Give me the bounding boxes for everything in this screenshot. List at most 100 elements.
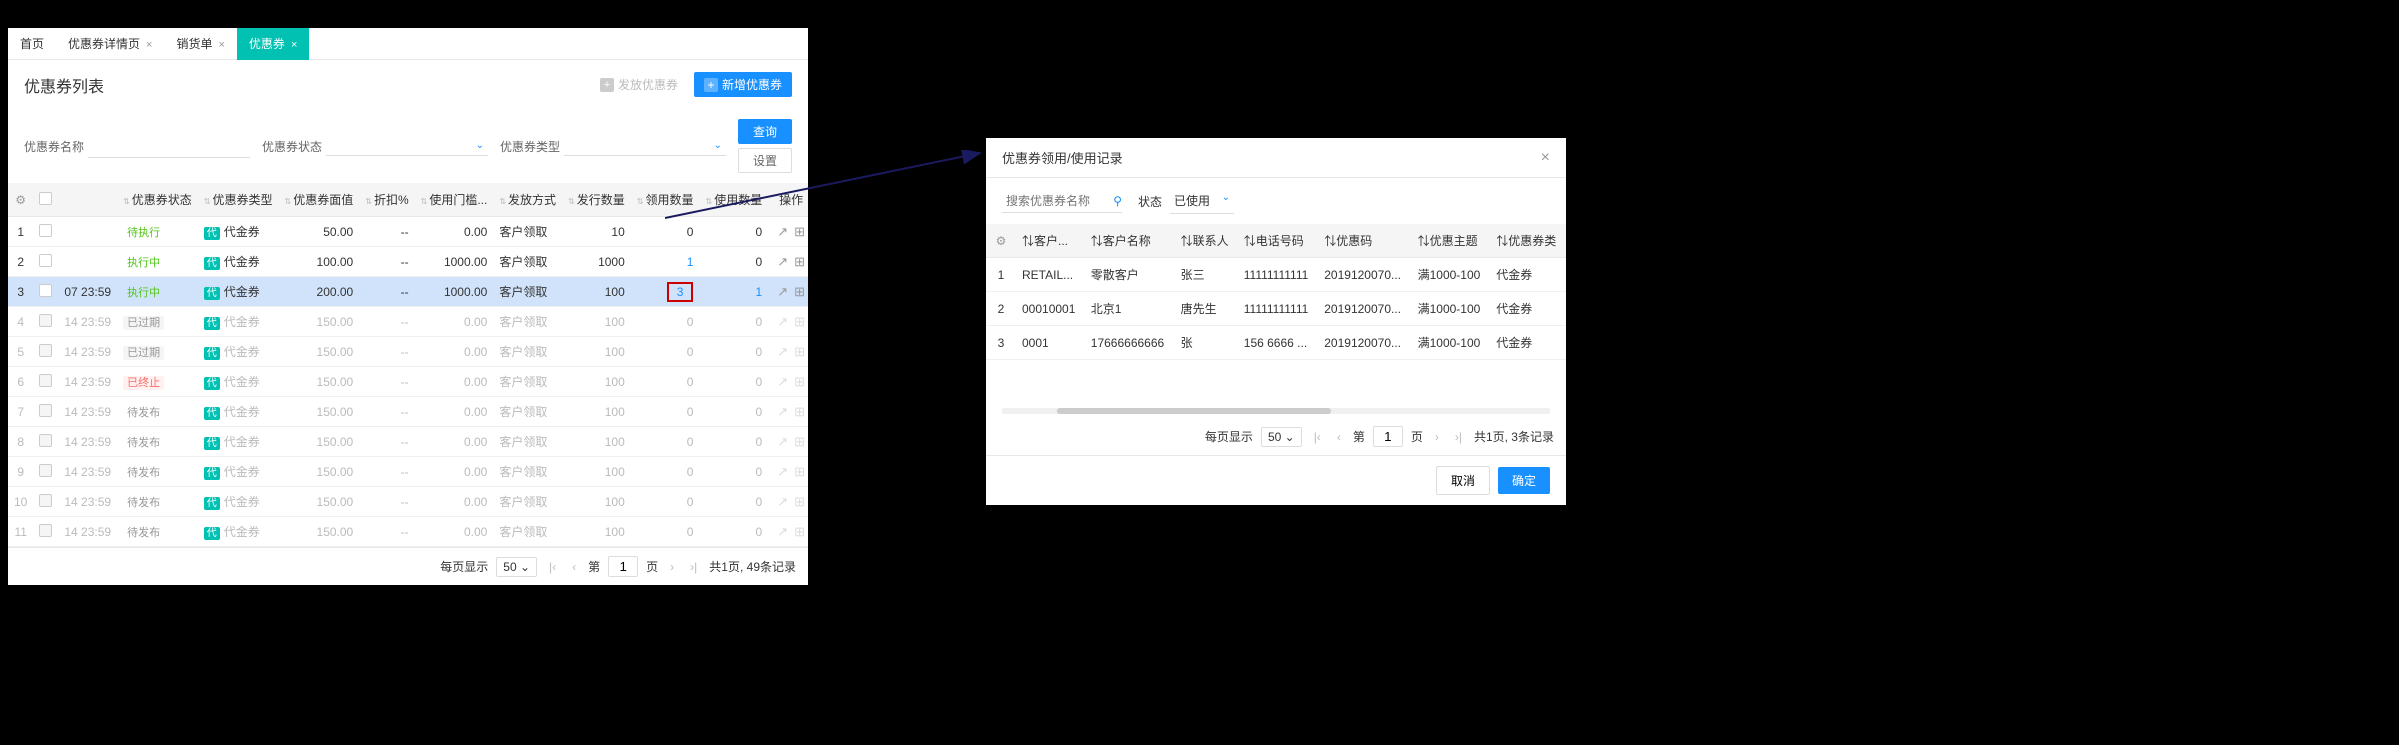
tab-home[interactable]: 首页: [8, 28, 56, 60]
col-phone[interactable]: ⇅电话号码: [1238, 224, 1318, 258]
qrcode-icon[interactable]: ⊞: [794, 344, 805, 359]
claim-qty-cell[interactable]: 0: [631, 427, 700, 457]
coupon-name-input[interactable]: [88, 135, 250, 158]
qrcode-icon[interactable]: ⊞: [794, 254, 805, 269]
close-icon[interactable]: ×: [1541, 149, 1550, 167]
table-row[interactable]: 2 执行中 代代金券 100.00 -- 1000.00 客户领取 1000 1…: [8, 247, 808, 277]
claim-qty-cell[interactable]: 0: [631, 307, 700, 337]
next-page-icon[interactable]: ›: [1431, 430, 1443, 444]
row-checkbox[interactable]: [39, 404, 52, 417]
cancel-button[interactable]: 取消: [1436, 466, 1490, 495]
use-qty-cell[interactable]: 0: [699, 397, 768, 427]
row-checkbox[interactable]: [39, 254, 52, 267]
share-icon[interactable]: ↗: [777, 494, 788, 509]
col-coupon-code[interactable]: ⇅优惠码: [1318, 224, 1411, 258]
qrcode-icon[interactable]: ⊞: [794, 434, 805, 449]
row-checkbox[interactable]: [39, 434, 52, 447]
use-qty-cell[interactable]: 0: [699, 247, 768, 277]
gear-icon[interactable]: ⚙: [996, 234, 1007, 248]
col-status[interactable]: ⇅优惠券状态: [117, 183, 198, 217]
coupon-type-select[interactable]: ⌄: [564, 136, 726, 156]
share-icon[interactable]: ↗: [777, 404, 788, 419]
table-row[interactable]: 3 0001 17666666666 张 156 6666 ... 201912…: [986, 326, 1566, 360]
col-face-value[interactable]: ⇅优惠券面值: [279, 183, 360, 217]
table-row[interactable]: 1 待执行 代代金券 50.00 -- 0.00 客户领取 10 0 0 ↗⊞: [8, 217, 808, 247]
qrcode-icon[interactable]: ⊞: [794, 224, 805, 239]
search-icon[interactable]: ⚲: [1113, 194, 1122, 208]
last-page-icon[interactable]: ›|: [686, 560, 701, 574]
use-qty-cell[interactable]: 0: [699, 367, 768, 397]
claim-qty-cell[interactable]: 0: [631, 367, 700, 397]
share-icon[interactable]: ↗: [777, 344, 788, 359]
qrcode-icon[interactable]: ⊞: [794, 464, 805, 479]
use-qty-cell[interactable]: 0: [699, 337, 768, 367]
row-checkbox[interactable]: [39, 494, 52, 507]
claim-qty-cell[interactable]: 0: [631, 487, 700, 517]
tab-sales-order[interactable]: 销货单×: [164, 28, 236, 60]
use-qty-cell[interactable]: 0: [699, 457, 768, 487]
table-row[interactable]: 9 14 23:59 待发布 代代金券 150.00 -- 0.00 客户领取 …: [8, 457, 808, 487]
last-page-icon[interactable]: ›|: [1451, 430, 1466, 444]
claim-qty-cell[interactable]: 3: [631, 277, 700, 307]
col-cust-code[interactable]: ⇅客户...: [1016, 224, 1085, 258]
share-icon[interactable]: ↗: [777, 314, 788, 329]
row-checkbox[interactable]: [39, 374, 52, 387]
close-icon[interactable]: ×: [291, 39, 297, 51]
tab-coupon[interactable]: 优惠券×: [237, 28, 309, 60]
horizontal-scrollbar[interactable]: [1002, 408, 1550, 414]
qrcode-icon[interactable]: ⊞: [794, 524, 805, 539]
share-icon[interactable]: ↗: [777, 224, 788, 239]
col-issue-qty[interactable]: ⇅发行数量: [562, 183, 631, 217]
row-checkbox[interactable]: [39, 524, 52, 537]
qrcode-icon[interactable]: ⊞: [794, 284, 805, 299]
issue-coupon-button[interactable]: +发放优惠券: [592, 72, 686, 97]
first-page-icon[interactable]: |‹: [1310, 430, 1325, 444]
col-discount[interactable]: ⇅折扣%: [359, 183, 414, 217]
qrcode-icon[interactable]: ⊞: [794, 374, 805, 389]
row-checkbox[interactable]: [39, 224, 52, 237]
claim-qty-cell[interactable]: 0: [631, 457, 700, 487]
claim-qty-cell[interactable]: 0: [631, 337, 700, 367]
share-icon[interactable]: ↗: [777, 524, 788, 539]
prev-page-icon[interactable]: ‹: [1333, 430, 1345, 444]
per-page-select[interactable]: 50 ⌄: [1261, 427, 1302, 447]
col-threshold[interactable]: ⇅使用门槛...: [415, 183, 494, 217]
close-icon[interactable]: ×: [146, 39, 152, 51]
coupon-status-select[interactable]: ⌄: [326, 136, 488, 156]
use-qty-cell[interactable]: 0: [699, 487, 768, 517]
table-row[interactable]: 8 14 23:59 待发布 代代金券 150.00 -- 0.00 客户领取 …: [8, 427, 808, 457]
next-page-icon[interactable]: ›: [666, 560, 678, 574]
gear-icon[interactable]: ⚙: [15, 193, 26, 207]
qrcode-icon[interactable]: ⊞: [794, 494, 805, 509]
col-cust-name[interactable]: ⇅客户名称: [1085, 224, 1175, 258]
qrcode-icon[interactable]: ⊞: [794, 314, 805, 329]
table-row[interactable]: 5 14 23:59 已过期 代代金券 150.00 -- 0.00 客户领取 …: [8, 337, 808, 367]
row-checkbox[interactable]: [39, 344, 52, 357]
table-row[interactable]: 4 14 23:59 已过期 代代金券 150.00 -- 0.00 客户领取 …: [8, 307, 808, 337]
col-contact[interactable]: ⇅联系人: [1175, 224, 1238, 258]
table-row[interactable]: 11 14 23:59 待发布 代代金券 150.00 -- 0.00 客户领取…: [8, 517, 808, 547]
row-checkbox[interactable]: [39, 464, 52, 477]
table-row[interactable]: 7 14 23:59 待发布 代代金券 150.00 -- 0.00 客户领取 …: [8, 397, 808, 427]
settings-button[interactable]: 设置: [738, 148, 792, 173]
claim-qty-cell[interactable]: 0: [631, 397, 700, 427]
claim-qty-cell[interactable]: 1: [631, 247, 700, 277]
col-claim-qty[interactable]: ⇅领用数量: [631, 183, 700, 217]
col-coupon-title[interactable]: ⇅优惠主题: [1412, 224, 1491, 258]
use-qty-cell[interactable]: 0: [699, 517, 768, 547]
table-row[interactable]: 3 07 23:59 执行中 代代金券 200.00 -- 1000.00 客户…: [8, 277, 808, 307]
share-icon[interactable]: ↗: [777, 284, 788, 299]
qrcode-icon[interactable]: ⊞: [794, 404, 805, 419]
table-row[interactable]: 10 14 23:59 待发布 代代金券 150.00 -- 0.00 客户领取…: [8, 487, 808, 517]
first-page-icon[interactable]: |‹: [545, 560, 560, 574]
confirm-button[interactable]: 确定: [1498, 467, 1550, 494]
claim-qty-cell[interactable]: 0: [631, 217, 700, 247]
col-type[interactable]: ⇅优惠券类型: [198, 183, 279, 217]
share-icon[interactable]: ↗: [777, 434, 788, 449]
use-qty-cell[interactable]: 1: [699, 277, 768, 307]
search-input[interactable]: [1002, 190, 1113, 212]
use-qty-cell[interactable]: 0: [699, 217, 768, 247]
row-checkbox[interactable]: [39, 314, 52, 327]
page-input[interactable]: [608, 556, 638, 577]
add-coupon-button[interactable]: +新增优惠券: [694, 72, 792, 97]
